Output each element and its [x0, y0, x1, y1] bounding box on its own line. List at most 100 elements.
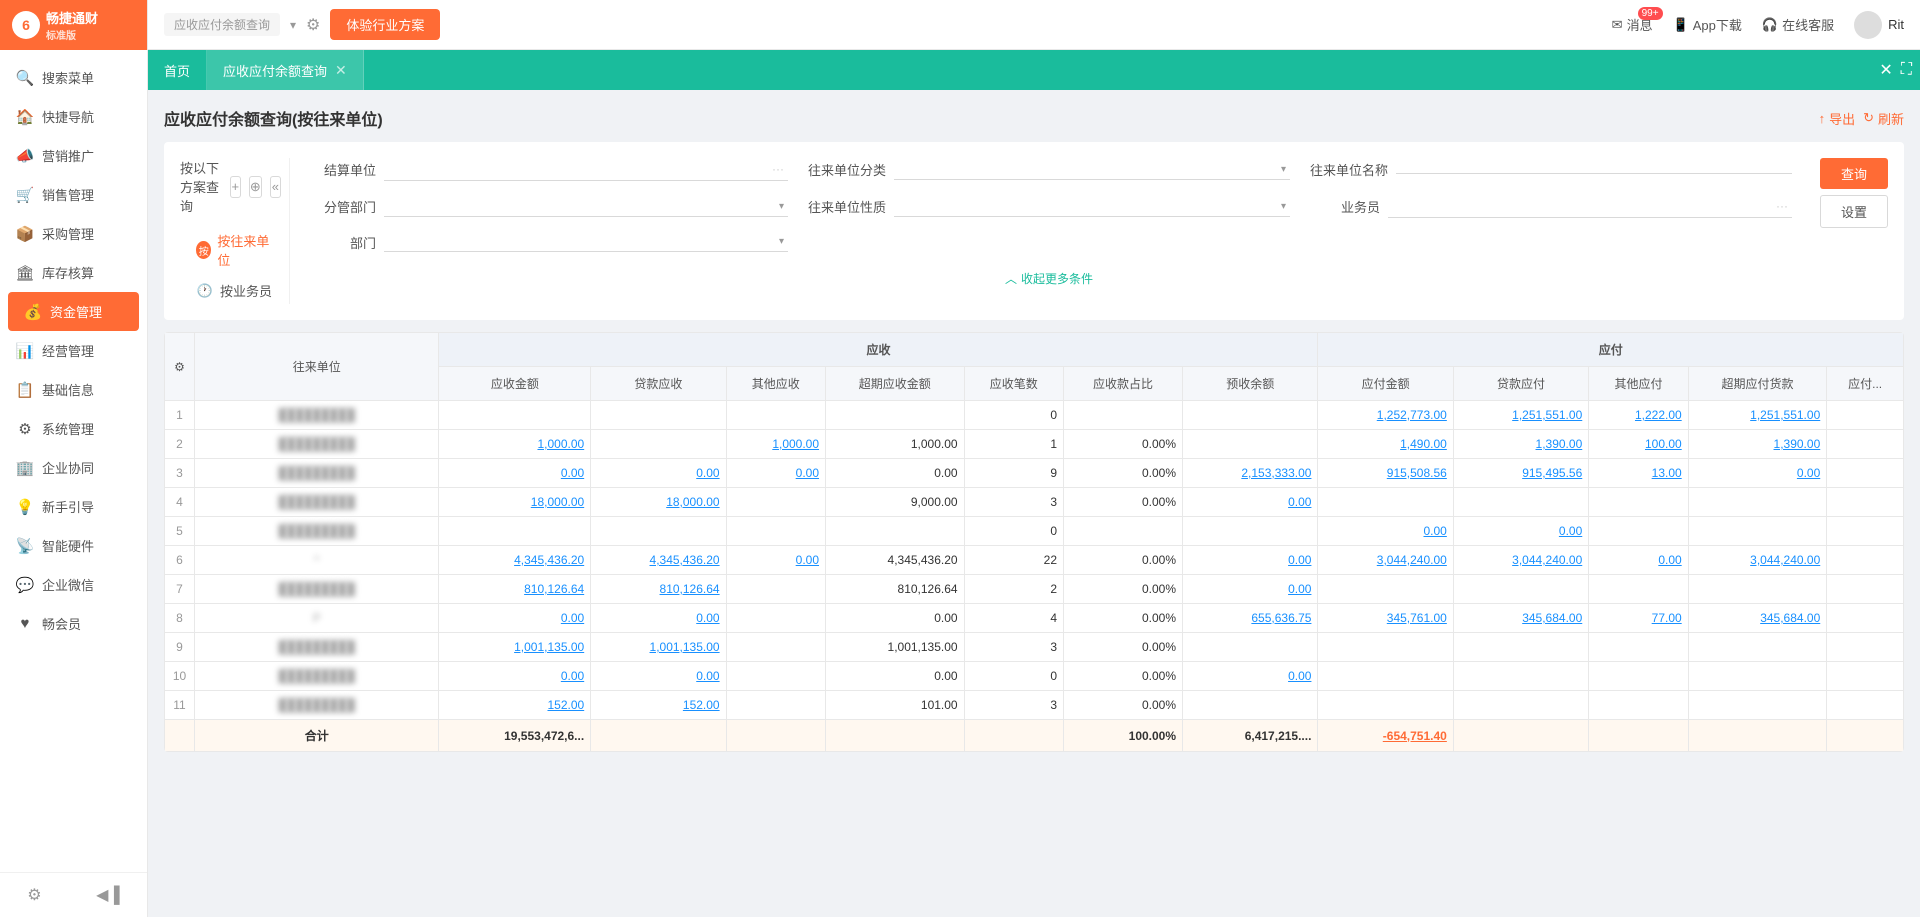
sidebar-item-inventory[interactable]: 🏛 库存核算 [0, 253, 147, 292]
row-ap-loan[interactable]: 0.00 [1453, 517, 1588, 546]
export-button[interactable]: ↑ 导出 [1819, 109, 1856, 128]
row-ar-other[interactable]: 0.00 [726, 459, 825, 488]
row-ar-other[interactable]: 1,000.00 [726, 430, 825, 459]
row-ar-loan[interactable]: 810,126.64 [591, 575, 726, 604]
tab-fullscreen-icon[interactable]: ⛶ [1901, 61, 1912, 79]
salesman-input[interactable]: ··· [1388, 195, 1792, 218]
row-ap-amount[interactable]: 915,508.56 [1318, 459, 1453, 488]
row-ar-amount[interactable]: 0.00 [439, 662, 591, 691]
query-button[interactable]: 查询 [1820, 158, 1888, 189]
tab-close-icon[interactable]: ✕ [335, 62, 347, 79]
solution-button[interactable]: 体验行业方案 [330, 9, 440, 40]
settings-button[interactable]: 设置 [1820, 195, 1888, 228]
row-ap-amount[interactable]: 3,044,240.00 [1318, 546, 1453, 575]
row-ar-prepay[interactable]: 2,153,333.00 [1183, 459, 1318, 488]
row-ap-loan[interactable]: 1,251,551.00 [1453, 401, 1588, 430]
collapse-scheme-button[interactable]: « [270, 176, 281, 198]
row-ar-prepay[interactable]: 0.00 [1183, 662, 1318, 691]
partner-nature-select[interactable]: ▾ [894, 197, 1290, 217]
sidebar-item-basic-info[interactable]: 📋 基础信息 [0, 370, 147, 409]
partner-name-input[interactable] [1396, 165, 1792, 174]
sidebar-item-guide[interactable]: 💡 新手引导 [0, 487, 147, 526]
sidebar-item-quick-nav[interactable]: 🏠 快捷导航 [0, 97, 147, 136]
total-ap-amount[interactable]: -654,751.40 [1318, 720, 1453, 752]
row-ap-loan[interactable]: 915,495.56 [1453, 459, 1588, 488]
sidebar-item-hardware[interactable]: 📡 智能硬件 [0, 526, 147, 565]
scheme-by-partner[interactable]: 按 按往来单位 [188, 227, 281, 273]
row-ar-amount[interactable]: 4,345,436.20 [439, 546, 591, 575]
row-ar-amount[interactable]: 1,001,135.00 [439, 633, 591, 662]
row-ap-amount[interactable]: 345,761.00 [1318, 604, 1453, 633]
row-ar-prepay[interactable]: 0.00 [1183, 575, 1318, 604]
settlement-unit-input[interactable]: ··· [384, 158, 788, 181]
sidebar-item-purchase[interactable]: 📦 采购管理 [0, 214, 147, 253]
row-ap-overdue[interactable]: 0.00 [1688, 459, 1827, 488]
row-ar-amount[interactable]: 0.00 [439, 604, 591, 633]
app-download-button[interactable]: 📱 App下载 [1673, 15, 1742, 34]
breadcrumb-dropdown-icon[interactable]: ▾ [290, 18, 296, 32]
row-ap-other[interactable]: 0.00 [1589, 546, 1688, 575]
row-ar-loan[interactable]: 152.00 [591, 691, 726, 720]
row-ap-overdue[interactable]: 1,390.00 [1688, 430, 1827, 459]
row-ar-loan[interactable]: 0.00 [591, 459, 726, 488]
row-ar-loan[interactable]: 0.00 [591, 662, 726, 691]
scheme-by-salesman[interactable]: 🕐 按业务员 [188, 277, 281, 304]
row-ar-amount[interactable]: 1,000.00 [439, 430, 591, 459]
row-ap-overdue[interactable]: 3,044,240.00 [1688, 546, 1827, 575]
row-ar-prepay[interactable]: 655,636.75 [1183, 604, 1318, 633]
row-ap-other[interactable]: 13.00 [1589, 459, 1688, 488]
table-settings-header[interactable]: ⚙ [165, 333, 195, 401]
row-ar-amount[interactable]: 152.00 [439, 691, 591, 720]
row-ap-loan[interactable]: 3,044,240.00 [1453, 546, 1588, 575]
dept-manager-select[interactable]: ▾ [384, 197, 788, 217]
row-ap-overdue[interactable]: 1,251,551.00 [1688, 401, 1827, 430]
row-ap-loan[interactable]: 1,390.00 [1453, 430, 1588, 459]
sidebar-settings-icon[interactable]: ⚙ [27, 885, 41, 905]
sidebar-item-wechat[interactable]: 💬 企业微信 [0, 565, 147, 604]
row-ap-other[interactable]: 100.00 [1589, 430, 1688, 459]
sidebar-item-operation[interactable]: 📊 经营管理 [0, 331, 147, 370]
row-ap-other[interactable]: 1,222.00 [1589, 401, 1688, 430]
row-ar-amount[interactable]: 810,126.64 [439, 575, 591, 604]
row-ar-prepay[interactable]: 0.00 [1183, 546, 1318, 575]
row-ar-loan[interactable]: 18,000.00 [591, 488, 726, 517]
sidebar-item-sales[interactable]: 🛒 销售管理 [0, 175, 147, 214]
total-ar-prepay: 6,417,215.... [1183, 720, 1318, 752]
row-ap-amount[interactable]: 1,252,773.00 [1318, 401, 1453, 430]
row-ar-prepay[interactable]: 0.00 [1183, 488, 1318, 517]
sidebar-item-system[interactable]: ⚙ 系统管理 [0, 409, 147, 448]
sidebar-item-finance[interactable]: 💰 资金管理 [8, 292, 139, 331]
row-ar-loan[interactable]: 0.00 [591, 604, 726, 633]
system-icon: ⚙ [16, 420, 34, 438]
row-ap-amount[interactable]: 0.00 [1318, 517, 1453, 546]
partner-category-select[interactable]: ▾ [894, 160, 1290, 180]
tab-ar-ap[interactable]: 应收应付余额查询 ✕ [207, 50, 364, 90]
total-ap-overdue [1688, 720, 1827, 752]
row-ar-loan[interactable]: 4,345,436.20 [591, 546, 726, 575]
collapse-more-button[interactable]: ︿ 收起更多条件 [290, 264, 1808, 293]
row-ar-amount[interactable]: 18,000.00 [439, 488, 591, 517]
total-ap-more [1827, 720, 1904, 752]
row-ap-amount[interactable]: 1,490.00 [1318, 430, 1453, 459]
row-ap-overdue[interactable]: 345,684.00 [1688, 604, 1827, 633]
row-ar-amount[interactable]: 0.00 [439, 459, 591, 488]
tab-home[interactable]: 首页 [148, 50, 207, 90]
message-button[interactable]: ✉ 消息 99+ [1612, 15, 1653, 34]
sidebar-item-marketing[interactable]: 📣 营销推广 [0, 136, 147, 175]
logo-icon: 6 [12, 11, 40, 39]
sidebar-item-search-menu[interactable]: 🔍 搜索菜单 [0, 58, 147, 97]
row-ap-other[interactable]: 77.00 [1589, 604, 1688, 633]
sidebar-item-enterprise[interactable]: 🏢 企业协同 [0, 448, 147, 487]
row-ap-loan[interactable]: 345,684.00 [1453, 604, 1588, 633]
row-ar-loan[interactable]: 1,001,135.00 [591, 633, 726, 662]
sidebar-item-member[interactable]: ♥ 畅会员 [0, 604, 147, 643]
tab-close-all-icon[interactable]: ✕ [1879, 60, 1892, 80]
sidebar-collapse-icon[interactable]: ◀▐ [96, 885, 120, 905]
row-ar-other[interactable]: 0.00 [726, 546, 825, 575]
refresh-button[interactable]: ↻ 刷新 [1863, 109, 1904, 128]
online-service-button[interactable]: 🎧 在线客服 [1762, 15, 1834, 34]
edit-scheme-button[interactable]: ⊕ [249, 176, 262, 198]
dept-select[interactable]: ▾ [384, 232, 788, 252]
settings-gear-icon[interactable]: ⚙ [306, 15, 320, 35]
add-scheme-button[interactable]: + [230, 176, 241, 198]
